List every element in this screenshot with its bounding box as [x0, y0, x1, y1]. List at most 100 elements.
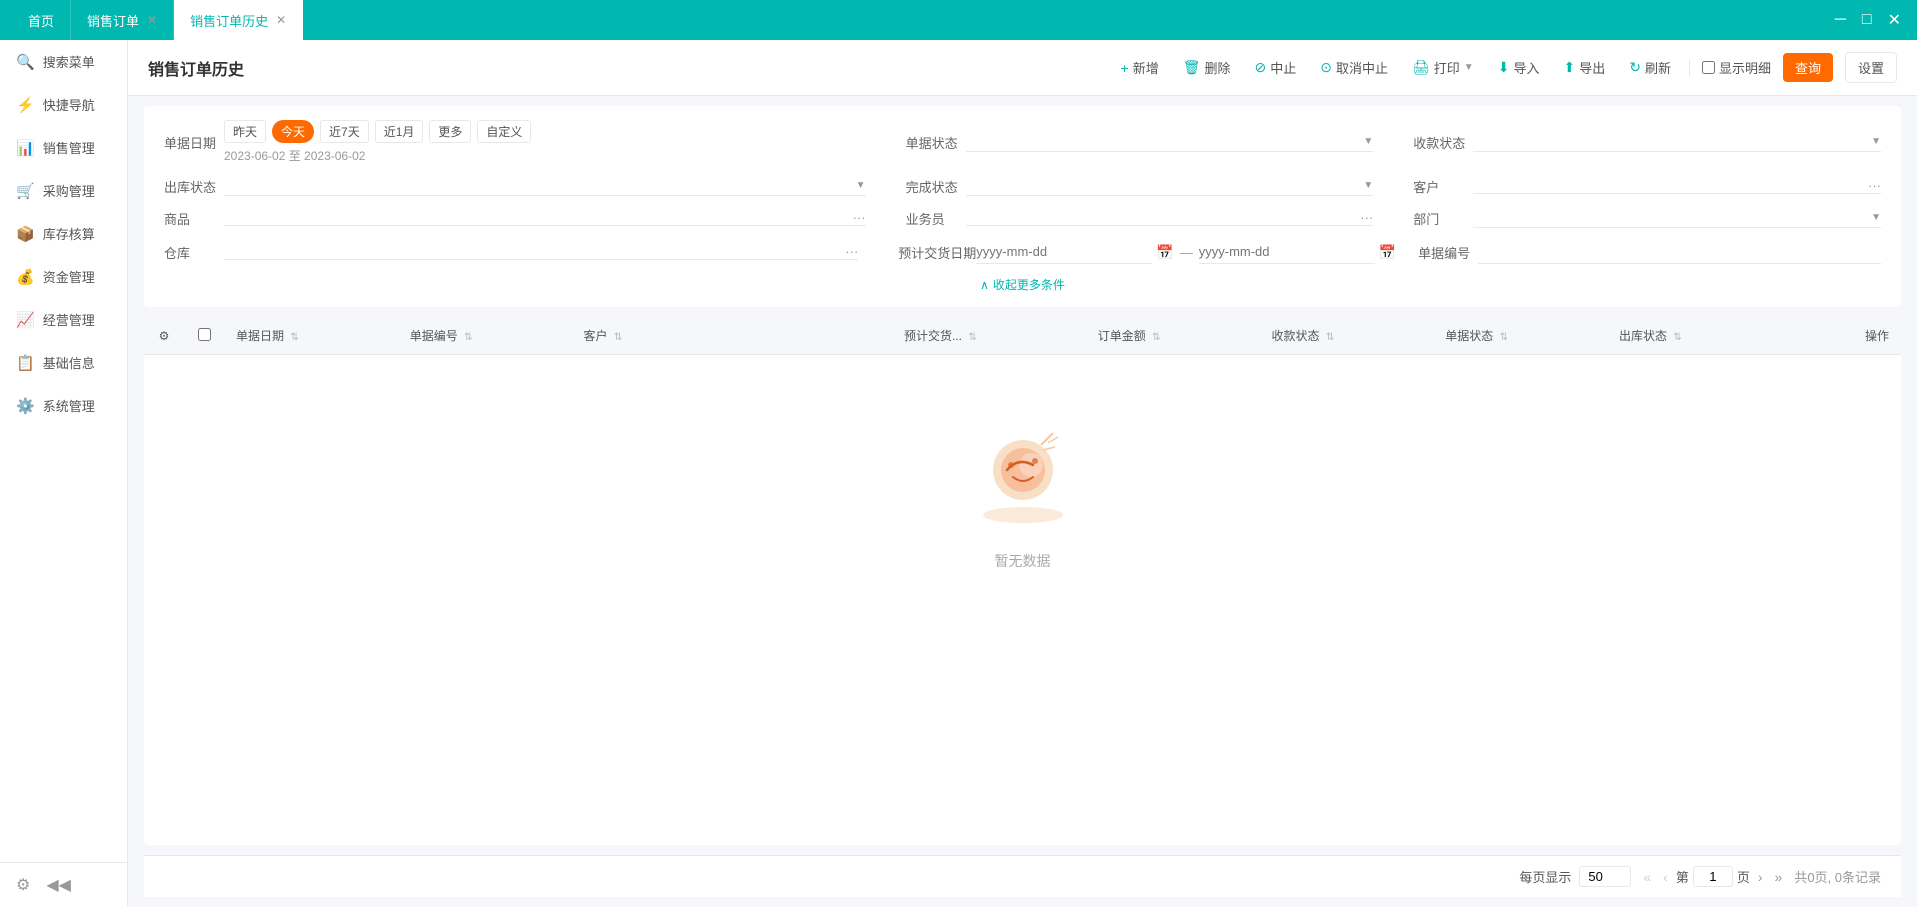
filter-area: 单据日期 昨天 今天 近7天 近1月 更多 自定义 2023-06-02	[144, 106, 1901, 307]
th-docno-label: 单据编号	[410, 329, 458, 343]
collapse-up-icon: ∧	[980, 278, 989, 292]
th-date: 单据日期 ⇅	[224, 317, 398, 355]
last-page-btn[interactable]: »	[1771, 867, 1787, 887]
date-btn-1month[interactable]: 近1月	[375, 120, 424, 143]
doc-no-input[interactable]	[1478, 240, 1881, 264]
new-button[interactable]: + 新增	[1115, 54, 1165, 81]
sidebar-item-search-menu[interactable]: 🔍 搜索菜单	[0, 40, 127, 83]
filter-row-1: 单据日期 昨天 今天 近7天 近1月 更多 自定义 2023-06-02	[164, 120, 1881, 164]
dept-select[interactable]: ▼	[1473, 208, 1881, 228]
th-customer: 客户 ⇅	[572, 317, 892, 355]
tab-sales-order-history-close[interactable]: ✕	[276, 13, 286, 27]
inventory-check-icon: 📦	[16, 225, 35, 243]
sidebar-item-sales-mgmt[interactable]: 📊 销售管理	[0, 126, 127, 169]
delivery-date-from-calendar-icon[interactable]: 📅	[1156, 244, 1173, 261]
toolbar-divider	[1689, 60, 1690, 76]
goods-dots-icon[interactable]: ···	[853, 210, 866, 225]
page-unit: 页	[1737, 867, 1750, 886]
select-all-checkbox[interactable]	[198, 328, 211, 341]
salesman-value	[966, 214, 1361, 222]
basic-info-icon: 📋	[16, 354, 35, 372]
th-settings[interactable]: ⚙	[144, 317, 184, 355]
th-pay-status: 收款状态 ⇅	[1260, 317, 1434, 355]
th-delivery-sort-icon[interactable]: ⇅	[968, 332, 976, 343]
sidebar-item-sys-mgmt[interactable]: ⚙️ 系统管理	[0, 384, 127, 427]
th-doc-status-label: 单据状态	[1445, 329, 1493, 343]
import-button[interactable]: ⬇ 导入	[1492, 54, 1546, 81]
goods-value	[224, 214, 853, 222]
th-date-sort-icon[interactable]: ⇅	[290, 332, 298, 343]
sidebar-item-ops-mgmt[interactable]: 📈 经营管理	[0, 298, 127, 341]
th-checkbox[interactable]	[184, 317, 224, 355]
th-amount-sort-icon[interactable]: ⇅	[1152, 332, 1160, 343]
delivery-date-from-input[interactable]	[976, 240, 1152, 264]
pay-status-label: 收款状态	[1413, 133, 1473, 152]
sidebar-settings-btn[interactable]: ⚙	[16, 875, 30, 895]
stop-button[interactable]: ⊘ 中止	[1249, 54, 1303, 81]
tab-sales-order-close[interactable]: ✕	[147, 13, 157, 27]
th-customer-sort-icon[interactable]: ⇅	[614, 332, 622, 343]
ops-mgmt-icon: 📈	[16, 311, 35, 329]
stop-icon: ⊘	[1255, 59, 1267, 76]
sidebar-item-quick-nav[interactable]: ⚡ 快捷导航	[0, 83, 127, 126]
pay-status-select[interactable]: ▼	[1473, 132, 1881, 152]
page-number-input[interactable]	[1693, 866, 1733, 887]
th-delivery-label: 预计交货...	[904, 329, 962, 343]
prev-page-btn[interactable]: ‹	[1659, 867, 1672, 887]
warehouse-value	[224, 248, 845, 256]
page-size-select[interactable]: 10 20 50 100	[1579, 866, 1631, 887]
date-btn-today[interactable]: 今天	[272, 120, 314, 143]
delivery-date-to-calendar-icon[interactable]: 📅	[1379, 244, 1396, 261]
customer-dots-icon[interactable]: ···	[1868, 178, 1881, 193]
window-min-btn[interactable]: ─	[1831, 7, 1850, 33]
tab-home-label: 首页	[28, 11, 54, 30]
show-detail-checkbox[interactable]	[1702, 61, 1715, 74]
quick-nav-icon: ⚡	[16, 96, 35, 114]
export-button[interactable]: ⬆ 导出	[1557, 54, 1611, 81]
collapse-btn[interactable]: ∧ 收起更多条件	[164, 276, 1881, 293]
warehouse-dots-icon[interactable]: ···	[845, 244, 858, 259]
sidebar-item-inventory-check[interactable]: 📦 库存核算	[0, 212, 127, 255]
sidebar-item-finance-mgmt[interactable]: 💰 资金管理	[0, 255, 127, 298]
next-page-btn[interactable]: ›	[1754, 867, 1767, 887]
total-info: 共0页, 0条记录	[1794, 867, 1881, 886]
out-status-label: 出库状态	[164, 177, 224, 196]
sidebar-item-purchase-mgmt[interactable]: 🛒 采购管理	[0, 169, 127, 212]
tab-sales-order-history[interactable]: 销售订单历史 ✕	[174, 0, 303, 40]
sidebar-item-basic-info[interactable]: 📋 基础信息	[0, 341, 127, 384]
th-out-status-label: 出库状态	[1619, 329, 1667, 343]
out-status-select[interactable]: ▼	[224, 176, 866, 196]
query-button[interactable]: 查询	[1783, 53, 1833, 82]
complete-status-select[interactable]: ▼	[966, 176, 1374, 196]
finance-mgmt-icon: 💰	[16, 268, 35, 286]
print-button[interactable]: 🖨 打印 ▼	[1406, 54, 1480, 81]
filter-customer: 客户 ···	[1413, 177, 1881, 196]
empty-illustration	[963, 415, 1083, 535]
tab-sales-order[interactable]: 销售订单 ✕	[71, 0, 174, 40]
show-detail-checkbox-label[interactable]: 显示明细	[1702, 58, 1771, 77]
th-docno-sort-icon[interactable]: ⇅	[464, 332, 472, 343]
delete-button[interactable]: 🗑 删除	[1177, 54, 1237, 81]
doc-status-select[interactable]: ▼	[966, 132, 1374, 152]
tab-home[interactable]: 首页	[12, 0, 71, 40]
sidebar-collapse-btn[interactable]: ◀◀	[46, 875, 71, 895]
date-btn-custom[interactable]: 自定义	[477, 120, 531, 143]
table-wrapper[interactable]: ⚙ 单据日期 ⇅ 单据编号 ⇅	[144, 317, 1901, 845]
salesman-dots-icon[interactable]: ···	[1360, 210, 1373, 225]
delivery-date-to-input[interactable]	[1199, 240, 1375, 264]
settings-gear-icon[interactable]: ⚙	[159, 329, 170, 343]
th-doc-status-sort-icon[interactable]: ⇅	[1500, 332, 1508, 343]
window-max-btn[interactable]: □	[1858, 7, 1876, 33]
date-btn-yesterday[interactable]: 昨天	[224, 120, 266, 143]
window-close-btn[interactable]: ✕	[1884, 6, 1905, 34]
settings-button[interactable]: 设置	[1845, 52, 1897, 83]
cancel-stop-button[interactable]: ⊙ 取消中止	[1314, 54, 1394, 81]
first-page-btn[interactable]: «	[1639, 867, 1655, 887]
date-btn-7days[interactable]: 近7天	[320, 120, 369, 143]
date-btn-more[interactable]: 更多	[429, 120, 471, 143]
complete-status-arrow-icon: ▼	[1363, 180, 1373, 191]
th-pay-status-sort-icon[interactable]: ⇅	[1326, 332, 1334, 343]
th-out-status-sort-icon[interactable]: ⇅	[1673, 332, 1681, 343]
date-label: 单据日期	[164, 133, 224, 152]
refresh-button[interactable]: ↻ 刷新	[1623, 54, 1677, 81]
